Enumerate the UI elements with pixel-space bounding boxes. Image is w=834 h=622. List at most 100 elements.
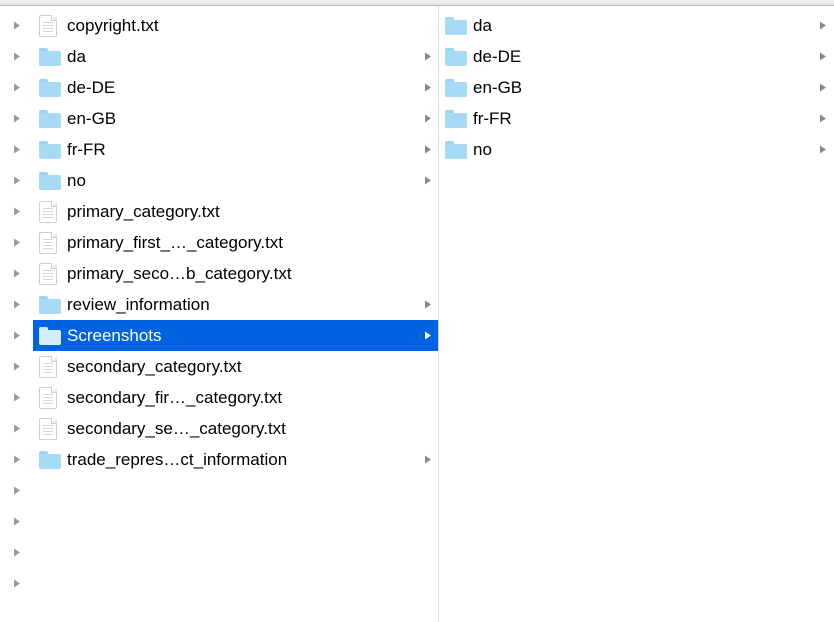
expand-arrow xyxy=(813,52,827,61)
parent-disclosure-arrow[interactable] xyxy=(0,568,33,599)
folder-icon xyxy=(445,17,467,35)
file-secondary-category-txt[interactable]: secondary_category.txt xyxy=(33,351,438,382)
parent-disclosure-arrow[interactable] xyxy=(0,41,33,72)
folder-de-de[interactable]: de-DE xyxy=(33,72,438,103)
parent-disclosure-arrow[interactable] xyxy=(0,413,33,444)
item-icon-wrap xyxy=(39,15,67,37)
expand-arrow xyxy=(813,114,827,123)
chevron-right-icon xyxy=(424,300,432,309)
parent-disclosure-arrow[interactable] xyxy=(0,506,33,537)
folder-icon xyxy=(445,79,467,97)
folder-da[interactable]: da xyxy=(439,10,833,41)
item-label: da xyxy=(67,47,418,67)
parent-disclosure-arrow[interactable] xyxy=(0,289,33,320)
item-label: secondary_fir…_category.txt xyxy=(67,388,418,408)
item-icon-wrap xyxy=(39,48,67,66)
item-icon-wrap xyxy=(39,141,67,159)
parent-disclosure-arrow[interactable] xyxy=(0,320,33,351)
parent-disclosure-arrow[interactable] xyxy=(0,475,33,506)
folder-icon xyxy=(445,110,467,128)
parent-disclosure-arrow[interactable] xyxy=(0,72,33,103)
expand-arrow xyxy=(813,145,827,154)
folder-en-gb[interactable]: en-GB xyxy=(33,103,438,134)
folder-no[interactable]: no xyxy=(439,134,833,165)
folder-icon xyxy=(445,48,467,66)
item-icon-wrap xyxy=(39,263,67,285)
chevron-right-icon xyxy=(13,83,21,92)
file-secondary-fir-category-txt[interactable]: secondary_fir…_category.txt xyxy=(33,382,438,413)
chevron-right-icon xyxy=(13,114,21,123)
item-icon-wrap xyxy=(39,172,67,190)
folder-icon xyxy=(39,110,61,128)
column-2-content[interactable]: da de-DE en-GB fr-FR no xyxy=(439,6,833,622)
chevron-right-icon xyxy=(13,176,21,185)
chevron-right-icon xyxy=(424,176,432,185)
column-1-parent-arrows xyxy=(0,6,33,622)
chevron-right-icon xyxy=(13,393,21,402)
chevron-right-icon xyxy=(13,517,21,526)
folder-no[interactable]: no xyxy=(33,165,438,196)
folder-icon xyxy=(39,172,61,190)
item-label: no xyxy=(67,171,418,191)
item-label: fr-FR xyxy=(473,109,813,129)
item-label: en-GB xyxy=(67,109,418,129)
expand-arrow xyxy=(418,83,432,92)
chevron-right-icon xyxy=(424,145,432,154)
folder-icon xyxy=(39,327,61,345)
chevron-right-icon xyxy=(424,83,432,92)
chevron-right-icon xyxy=(819,52,827,61)
parent-disclosure-arrow[interactable] xyxy=(0,134,33,165)
chevron-right-icon xyxy=(13,207,21,216)
parent-disclosure-arrow[interactable] xyxy=(0,351,33,382)
folder-en-gb[interactable]: en-GB xyxy=(439,72,833,103)
item-label: da xyxy=(473,16,813,36)
chevron-right-icon xyxy=(424,331,432,340)
folder-da[interactable]: da xyxy=(33,41,438,72)
chevron-right-icon xyxy=(13,238,21,247)
folder-screenshots[interactable]: Screenshots xyxy=(33,320,438,351)
file-primary-seco-b-category-txt[interactable]: primary_seco…b_category.txt xyxy=(33,258,438,289)
parent-disclosure-arrow[interactable] xyxy=(0,103,33,134)
chevron-right-icon xyxy=(13,455,21,464)
item-label: trade_repres…ct_information xyxy=(67,450,418,470)
folder-fr-fr[interactable]: fr-FR xyxy=(439,103,833,134)
item-icon-wrap xyxy=(39,110,67,128)
chevron-right-icon xyxy=(424,52,432,61)
folder-fr-fr[interactable]: fr-FR xyxy=(33,134,438,165)
parent-disclosure-arrow[interactable] xyxy=(0,258,33,289)
item-icon-wrap xyxy=(39,451,67,469)
expand-arrow xyxy=(418,114,432,123)
file-copyright-txt[interactable]: copyright.txt xyxy=(33,10,438,41)
chevron-right-icon xyxy=(13,362,21,371)
chevron-right-icon xyxy=(13,424,21,433)
file-icon xyxy=(39,232,57,254)
parent-disclosure-arrow[interactable] xyxy=(0,382,33,413)
parent-disclosure-arrow[interactable] xyxy=(0,227,33,258)
parent-disclosure-arrow[interactable] xyxy=(0,165,33,196)
item-icon-wrap xyxy=(445,48,473,66)
file-primary-first-category-txt[interactable]: primary_first_…_category.txt xyxy=(33,227,438,258)
folder-trade-repres-ct-information[interactable]: trade_repres…ct_information xyxy=(33,444,438,475)
expand-arrow xyxy=(813,21,827,30)
item-icon-wrap xyxy=(445,141,473,159)
item-label: fr-FR xyxy=(67,140,418,160)
parent-disclosure-arrow[interactable] xyxy=(0,537,33,568)
file-primary-category-txt[interactable]: primary_category.txt xyxy=(33,196,438,227)
column-1: copyright.txt da de-DE en-GB fr-FR xyxy=(0,6,439,622)
folder-de-de[interactable]: de-DE xyxy=(439,41,833,72)
file-secondary-se-category-txt[interactable]: secondary_se…_category.txt xyxy=(33,413,438,444)
column-1-content[interactable]: copyright.txt da de-DE en-GB fr-FR xyxy=(33,6,439,622)
item-icon-wrap xyxy=(39,296,67,314)
item-label: review_information xyxy=(67,295,418,315)
parent-disclosure-arrow[interactable] xyxy=(0,196,33,227)
expand-arrow xyxy=(418,52,432,61)
chevron-right-icon xyxy=(13,300,21,309)
parent-disclosure-arrow[interactable] xyxy=(0,10,33,41)
parent-disclosure-arrow[interactable] xyxy=(0,444,33,475)
item-icon-wrap xyxy=(39,232,67,254)
item-label: en-GB xyxy=(473,78,813,98)
folder-review-information[interactable]: review_information xyxy=(33,289,438,320)
item-label: secondary_category.txt xyxy=(67,357,418,377)
file-icon xyxy=(39,356,57,378)
file-icon xyxy=(39,418,57,440)
